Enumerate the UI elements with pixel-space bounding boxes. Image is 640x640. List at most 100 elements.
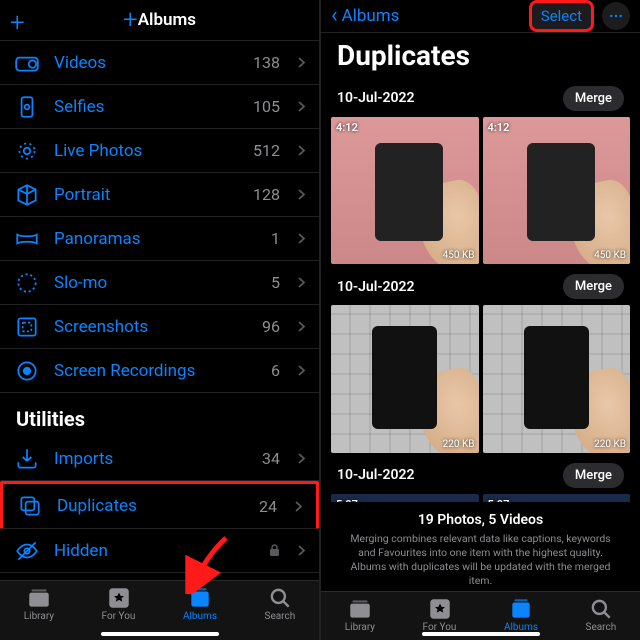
album-row-portrait[interactable]: Portrait 128 — [0, 173, 319, 217]
tab-for-you[interactable]: For You — [102, 587, 136, 622]
phone-albums: + Albums + + Videos138Selfies105Live Pho… — [0, 0, 319, 640]
albums-icon — [187, 587, 213, 609]
row-count: 105 — [253, 97, 280, 116]
library-icon — [347, 598, 373, 620]
duplicates-list[interactable]: 10-Jul-2022Merge4:12450 KB4:12450 KB10-J… — [321, 82, 640, 502]
thumb-row: 5:07758 KB 5:07758 KB — [327, 494, 634, 502]
chevron-right-icon — [298, 101, 305, 112]
merge-button[interactable]: Merge — [563, 274, 624, 299]
tab-for-you[interactable]: For You — [423, 598, 457, 633]
portrait-icon — [14, 182, 40, 208]
nav-bar: ‹ Albums Select — [321, 0, 640, 33]
row-label: Imports — [54, 449, 248, 469]
live-photos-icon — [14, 138, 40, 164]
row-label: Screen Recordings — [54, 361, 257, 381]
tab-search[interactable]: Search — [265, 587, 296, 622]
album-list[interactable]: Videos138Selfies105Live Photos512Portrai… — [0, 41, 319, 580]
album-row-selfies[interactable]: Selfies105 — [0, 85, 319, 129]
chevron-right-icon — [298, 321, 305, 332]
for-you-icon — [427, 598, 453, 620]
merge-button[interactable]: Merge — [563, 86, 624, 111]
for-you-icon — [106, 587, 132, 609]
row-label: Hidden — [54, 541, 255, 561]
duplicate-thumb[interactable]: 220 KB — [483, 305, 631, 453]
group-date: 10-Jul-2022 — [337, 90, 415, 106]
videos-icon — [14, 50, 40, 76]
row-label: Screenshots — [54, 317, 248, 337]
row-count: 1 — [271, 229, 280, 248]
duplicate-group: 10-Jul-2022Merge5:07758 KB5:07758 KB — [327, 459, 634, 502]
row-count: 34 — [262, 449, 280, 468]
thumb-row: 4:12450 KB4:12450 KB — [327, 117, 634, 265]
row-count: 138 — [253, 53, 280, 72]
row-label: Portrait — [54, 185, 239, 205]
thumb-time: 5:07 — [336, 498, 358, 502]
tab-library[interactable]: Library — [24, 587, 54, 622]
add-icon[interactable]: + — [10, 8, 25, 38]
duplicate-thumb[interactable]: 220 KB — [331, 305, 479, 453]
album-row-panoramas[interactable]: Panoramas 1 — [0, 217, 319, 261]
duplicate-group: 10-Jul-2022 Merge 220 KB 220 KB — [327, 270, 634, 453]
screenshots-icon — [14, 314, 40, 340]
lock-icon — [269, 544, 280, 557]
utility-row-hidden[interactable]: Hidden — [0, 529, 319, 573]
library-icon — [26, 587, 52, 609]
merge-button[interactable]: Merge — [563, 463, 624, 488]
back-button[interactable]: ‹ Albums — [331, 3, 399, 28]
chevron-right-icon — [298, 233, 305, 244]
row-count: 96 — [262, 317, 280, 336]
duplicate-thumb[interactable]: 5:07758 KB — [483, 494, 631, 502]
home-indicator[interactable] — [422, 632, 540, 636]
album-row-slo-mo[interactable]: Slo-mo 5 — [0, 261, 319, 305]
duplicate-thumb[interactable]: 5:07758 KB — [331, 494, 479, 502]
chevron-right-icon — [298, 145, 305, 156]
phone-duplicates: ‹ Albums Select Duplicates 10-Jul-2022 Me… — [319, 0, 640, 640]
select-button[interactable]: Select — [531, 2, 592, 30]
selfies-icon — [14, 94, 40, 120]
duplicates-icon — [17, 493, 43, 519]
row-label: Slo-mo — [54, 273, 257, 293]
thumb-time: 4:12 — [488, 121, 510, 134]
home-indicator[interactable] — [101, 632, 219, 636]
row-label: Panoramas — [54, 229, 257, 249]
row-count: 6 — [271, 361, 280, 380]
albums-icon — [508, 598, 534, 620]
imports-icon — [14, 446, 40, 472]
utilities-header: Utilities — [0, 393, 319, 437]
add-button[interactable]: + — [123, 5, 138, 35]
chevron-left-icon: ‹ — [331, 3, 338, 28]
album-row-screenshots[interactable]: Screenshots 96 — [0, 305, 319, 349]
more-button[interactable] — [602, 2, 630, 30]
utility-row-imports[interactable]: Imports 34 — [0, 437, 319, 481]
album-row-videos[interactable]: Videos 138 — [0, 41, 319, 85]
row-label: Duplicates — [57, 496, 245, 516]
tab-bar: Library For You Albums Search — [0, 580, 319, 640]
duplicate-thumb[interactable]: 4:12450 KB — [331, 117, 479, 265]
tab-bar: Library For You Albums Search — [321, 591, 640, 640]
search-icon — [267, 587, 293, 609]
tab-search[interactable]: Search — [586, 598, 617, 633]
slo-mo-icon — [14, 270, 40, 296]
duplicate-thumb[interactable]: 4:12 450 KB — [483, 117, 631, 265]
row-count: 128 — [253, 185, 280, 204]
thumb-size: 450 KB — [443, 250, 475, 261]
album-row-screen-recordings[interactable]: Screen Recordings 6 — [0, 349, 319, 393]
group-date: 10-Jul-2022 — [337, 279, 415, 295]
row-count: 24 — [259, 497, 277, 516]
thumb-size: 220 KB — [594, 439, 626, 450]
album-row-live-photos[interactable]: Live Photos512 — [0, 129, 319, 173]
page-title: Duplicates — [321, 33, 640, 82]
utility-row-duplicates[interactable]: Duplicates 24 — [0, 481, 319, 529]
hidden-icon — [14, 538, 40, 564]
chevron-right-icon — [298, 453, 305, 464]
row-count: 512 — [253, 141, 280, 160]
tab-albums[interactable]: Albums — [183, 587, 217, 622]
search-icon — [588, 598, 614, 620]
row-count: 5 — [271, 273, 280, 292]
chevron-right-icon — [298, 545, 305, 556]
row-label: Videos — [54, 53, 239, 73]
chevron-right-icon — [295, 501, 302, 512]
thumb-size: 450 KB — [594, 250, 626, 261]
tab-albums[interactable]: Albums — [504, 598, 538, 633]
tab-library[interactable]: Library — [345, 598, 375, 633]
